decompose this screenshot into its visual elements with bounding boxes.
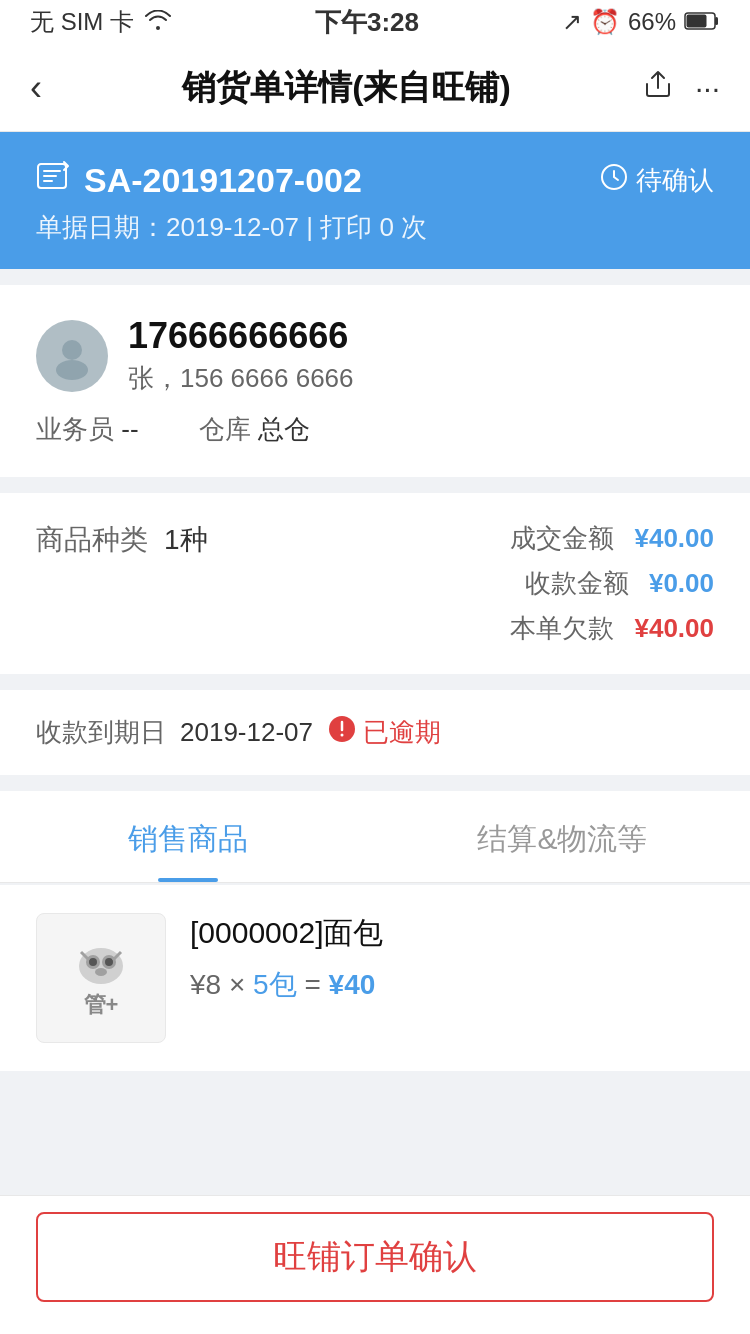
- multiply-icon: ×: [229, 969, 253, 1000]
- status-text: 待确认: [636, 163, 714, 198]
- product-count: 5包: [253, 969, 297, 1000]
- tab-settlement-label: 结算&物流等: [477, 822, 647, 855]
- svg-point-13: [105, 958, 113, 966]
- svg-point-5: [62, 340, 82, 360]
- summary-section: 商品种类 1种 成交金额 ¥40.00 收款金额 ¥0.00 本单欠款 ¥40.…: [0, 493, 750, 674]
- svg-point-6: [56, 360, 88, 380]
- received-value: ¥0.00: [649, 568, 714, 599]
- overdue-badge: 已逾期: [327, 714, 441, 751]
- battery-icon: [684, 8, 720, 36]
- amount-label: 成交金额: [510, 521, 614, 556]
- warehouse-label: 仓库: [199, 414, 251, 444]
- product-name: [0000002]面包: [190, 913, 714, 954]
- product-total: ¥40: [329, 969, 376, 1000]
- status-time: 下午3:28: [315, 5, 419, 40]
- order-id: SA-20191207-002: [36, 160, 362, 200]
- svg-point-9: [79, 948, 123, 984]
- tabs-row: 销售商品 结算&物流等: [0, 791, 750, 882]
- product-logo: 管+: [71, 936, 131, 1020]
- carrier-text: 无 SIM 卡: [30, 6, 134, 38]
- warehouse-value: 总仓: [258, 414, 310, 444]
- svg-point-14: [95, 968, 107, 976]
- tab-sales-label: 销售商品: [128, 822, 248, 855]
- avatar: [36, 320, 108, 392]
- product-card: 管+ [0000002]面包 ¥8 × 5包 = ¥40: [36, 913, 714, 1043]
- status-left: 无 SIM 卡: [30, 6, 172, 38]
- customer-sub: 张，156 6666 6666: [128, 361, 354, 396]
- product-info: [0000002]面包 ¥8 × 5包 = ¥40: [190, 913, 714, 1004]
- status-time-icon: [600, 163, 628, 198]
- overdue-text: 已逾期: [363, 715, 441, 750]
- svg-rect-1: [715, 17, 718, 25]
- order-number: SA-20191207-002: [84, 161, 362, 200]
- product-price: ¥8: [190, 969, 221, 1000]
- share-icon[interactable]: [641, 67, 675, 108]
- order-header: SA-20191207-002 待确认 单据日期：2019-12-07 | 打印…: [0, 132, 750, 269]
- customer-row: 17666666666 张，156 6666 6666: [36, 315, 714, 396]
- received-row: 收款金额 ¥0.00: [525, 566, 714, 601]
- bottom-bar: 旺铺订单确认: [0, 1195, 750, 1334]
- svg-point-12: [89, 958, 97, 966]
- product-type-row: 商品种类 1种: [36, 521, 208, 559]
- owed-row: 本单欠款 ¥40.00: [510, 611, 714, 646]
- order-date: 单据日期：2019-12-07 | 打印 0 次: [36, 210, 714, 245]
- nav-bar: ‹ 销货单详情(来自旺铺) ···: [0, 44, 750, 132]
- overdue-icon: [327, 714, 357, 751]
- product-price-row: ¥8 × 5包 = ¥40: [190, 966, 714, 1004]
- status-bar: 无 SIM 卡 下午3:28 ↗ ⏰ 66%: [0, 0, 750, 44]
- owed-label: 本单欠款: [510, 611, 614, 646]
- wifi-icon: [144, 8, 172, 36]
- more-icon[interactable]: ···: [695, 71, 720, 105]
- location-icon: ↗: [562, 8, 582, 36]
- received-label: 收款金额: [525, 566, 629, 601]
- customer-phone: 17666666666: [128, 315, 354, 357]
- svg-point-8: [341, 734, 344, 737]
- product-type-value: 1种: [164, 521, 208, 559]
- order-status: 待确认: [600, 163, 714, 198]
- order-id-icon: [36, 160, 72, 200]
- battery-text: 66%: [628, 8, 676, 36]
- due-date-section: 收款到期日 2019-12-07 已逾期: [0, 690, 750, 775]
- summary-left: 商品种类 1种: [36, 521, 208, 559]
- product-type-label: 商品种类: [36, 521, 148, 559]
- product-thumbnail: 管+: [36, 913, 166, 1043]
- customer-info: 17666666666 张，156 6666 6666: [128, 315, 354, 396]
- order-header-top: SA-20191207-002 待确认: [36, 160, 714, 200]
- svg-rect-2: [686, 15, 706, 28]
- due-date-value: 2019-12-07: [180, 717, 313, 748]
- summary-right: 成交金额 ¥40.00 收款金额 ¥0.00 本单欠款 ¥40.00: [510, 521, 714, 646]
- page-title: 销货单详情(来自旺铺): [52, 65, 641, 111]
- owed-value: ¥40.00: [634, 613, 714, 644]
- nav-actions: ···: [641, 67, 720, 108]
- due-date-label: 收款到期日: [36, 715, 166, 750]
- logo-text: 管+: [84, 990, 119, 1020]
- equals-sign: =: [304, 969, 328, 1000]
- warehouse-field: 仓库 总仓: [199, 412, 310, 447]
- alarm-icon: ⏰: [590, 8, 620, 36]
- amount-row: 成交金额 ¥40.00: [510, 521, 714, 556]
- tabs-section: 销售商品 结算&物流等: [0, 791, 750, 883]
- tab-settlement[interactable]: 结算&物流等: [375, 791, 750, 882]
- customer-section: 17666666666 张，156 6666 6666 业务员 -- 仓库 总仓: [0, 285, 750, 477]
- confirm-order-button[interactable]: 旺铺订单确认: [36, 1212, 714, 1302]
- salesperson-field: 业务员 --: [36, 412, 139, 447]
- product-section: 管+ [0000002]面包 ¥8 × 5包 = ¥40: [0, 885, 750, 1071]
- tab-sales-products[interactable]: 销售商品: [0, 791, 375, 882]
- salesperson-label: 业务员: [36, 414, 114, 444]
- status-right: ↗ ⏰ 66%: [562, 8, 720, 36]
- amount-value: ¥40.00: [634, 523, 714, 554]
- salesperson-value: --: [121, 414, 138, 444]
- customer-meta: 业务员 -- 仓库 总仓: [36, 412, 714, 447]
- back-button[interactable]: ‹: [20, 57, 52, 119]
